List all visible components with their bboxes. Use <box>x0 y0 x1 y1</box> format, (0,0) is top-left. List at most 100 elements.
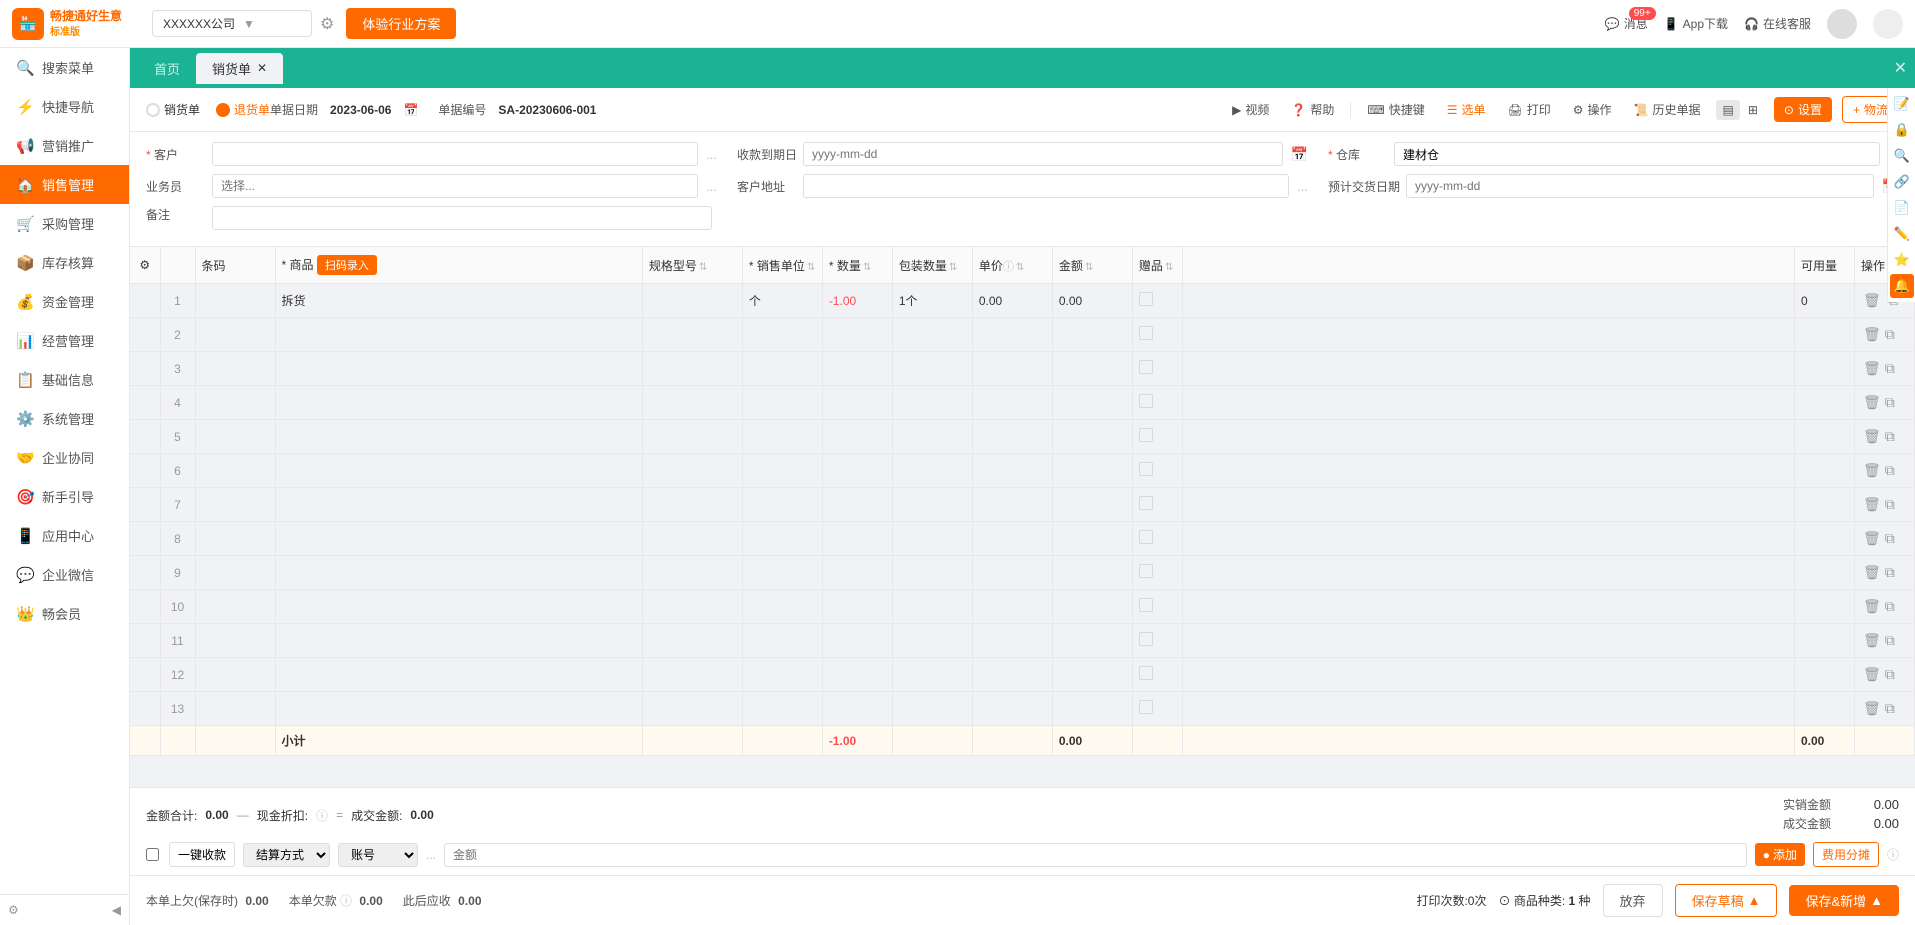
tab-sales-order[interactable]: 销货单 ✕ <box>196 53 283 84</box>
toolbar-select[interactable]: ☰ 选单 <box>1441 98 1492 121</box>
col-price-header[interactable]: 单价ⓘ⇅ <box>972 247 1052 284</box>
user-avatar[interactable] <box>1827 9 1857 39</box>
customer-addr-dots[interactable]: ... <box>1297 179 1308 194</box>
delete-btn[interactable]: 🗑 <box>1861 562 1883 583</box>
one-click-payment-btn[interactable]: 一键收款 <box>169 842 235 867</box>
app-download-button[interactable]: 📱 App下载 <box>1664 15 1728 32</box>
copy-btn[interactable]: ⧉ <box>1883 426 1897 447</box>
toolbar-print[interactable]: 🖨 打印 <box>1501 98 1556 121</box>
delete-btn[interactable]: 🗑 <box>1861 324 1883 345</box>
account-select[interactable]: 账号 <box>338 843 418 867</box>
payment-method-select[interactable]: 结算方式 <box>243 843 330 867</box>
sidebar-item-operations[interactable]: 📊 经营管理 <box>0 321 129 360</box>
sidebar-item-apps[interactable]: 📱 应用中心 <box>0 516 129 555</box>
delete-btn[interactable]: 🗑 <box>1861 392 1883 413</box>
copy-btn[interactable]: ⧉ <box>1883 528 1897 549</box>
radio-sales-order[interactable]: 销货单 <box>146 101 200 118</box>
save-new-button[interactable]: 保存&新增 ▲ <box>1789 885 1899 916</box>
row-barcode-1[interactable] <box>195 284 275 318</box>
calendar-icon[interactable]: 📅 <box>403 103 418 117</box>
scan-button[interactable]: 扫码录入 <box>317 255 377 275</box>
tab-close-icon[interactable]: ✕ <box>257 61 267 75</box>
sidebar-item-quick-nav[interactable]: ⚡ 快捷导航 <box>0 87 129 126</box>
col-unit-header[interactable]: * 销售单位⇅ <box>742 247 822 284</box>
sidebar-item-purchase[interactable]: 🛒 采购管理 <box>0 204 129 243</box>
note-input[interactable] <box>212 206 712 230</box>
copy-btn[interactable]: ⧉ <box>1883 698 1897 719</box>
customer-dots[interactable]: ... <box>706 147 717 162</box>
col-spec-header[interactable]: 规格型号⇅ <box>642 247 742 284</box>
right-panel-doc[interactable]: 📄 <box>1890 196 1914 220</box>
sidebar-item-sales[interactable]: 🏠 销售管理 <box>0 165 129 204</box>
right-panel-lock[interactable]: 🔒 <box>1890 118 1914 142</box>
toolbar-help[interactable]: ❓ 帮助 <box>1285 98 1340 121</box>
sidebar-item-basic[interactable]: 📋 基础信息 <box>0 360 129 399</box>
delete-btn[interactable]: 🗑 <box>1861 494 1883 515</box>
right-panel-note[interactable]: 📝 <box>1890 92 1914 116</box>
delete-btn[interactable]: 🗑 <box>1861 528 1883 549</box>
sidebar-item-wechat[interactable]: 💬 企业微信 <box>0 555 129 594</box>
account-dots[interactable]: ... <box>426 848 436 862</box>
salesperson-dots[interactable]: ... <box>706 179 717 194</box>
copy-btn[interactable]: ⧉ <box>1883 664 1897 685</box>
warehouse-input[interactable] <box>1394 142 1880 166</box>
col-amount-header[interactable]: 金额⇅ <box>1052 247 1132 284</box>
service-button[interactable]: 🎧 在线客服 <box>1744 15 1811 32</box>
customer-input[interactable] <box>212 142 698 166</box>
right-panel-star[interactable]: ⭐ <box>1890 248 1914 272</box>
sidebar-item-vip[interactable]: 👑 畅会员 <box>0 594 129 633</box>
experience-button[interactable]: 体验行业方案 <box>346 8 456 39</box>
company-selector[interactable]: XXXXXX公司 ▼ <box>152 10 312 37</box>
sidebar-item-marketing[interactable]: 📢 营销推广 <box>0 126 129 165</box>
salesperson-input[interactable] <box>212 174 698 198</box>
discard-button[interactable]: 放弃 <box>1603 884 1663 917</box>
right-panel-notification[interactable]: 🔔 <box>1890 274 1914 298</box>
sidebar-item-enterprise[interactable]: 🤝 企业协同 <box>0 438 129 477</box>
message-button[interactable]: 💬 消息 99+ <box>1605 15 1648 32</box>
close-all-icon[interactable]: ✕ <box>1894 58 1907 78</box>
delete-row-btn-1[interactable]: 🗑 <box>1861 290 1883 311</box>
toolbar-shortcut[interactable]: ⌨ 快捷键 <box>1361 98 1430 121</box>
row-spec-1[interactable] <box>642 284 742 318</box>
settings-side-button[interactable]: ⊙ 设置 <box>1774 97 1832 122</box>
delete-btn[interactable]: 🗑 <box>1861 698 1883 719</box>
split-btn[interactable]: 费用分摊 <box>1813 842 1879 867</box>
delete-btn[interactable]: 🗑 <box>1861 426 1883 447</box>
col-settings-header[interactable]: ⚙ <box>130 247 160 284</box>
row-remark-1[interactable] <box>1182 284 1794 318</box>
copy-btn[interactable]: ⧉ <box>1883 596 1897 617</box>
row-qty-1[interactable]: -1.00 <box>822 284 892 318</box>
settings-icon[interactable]: ⚙ <box>320 14 334 34</box>
row-amount-1[interactable]: 0.00 <box>1052 284 1132 318</box>
sidebar-item-inventory[interactable]: 📦 库存核算 <box>0 243 129 282</box>
right-panel-search[interactable]: 🔍 <box>1890 144 1914 168</box>
delete-btn[interactable]: 🗑 <box>1861 596 1883 617</box>
col-pkg-header[interactable]: 包装数量⇅ <box>892 247 972 284</box>
copy-btn[interactable]: ⧉ <box>1883 324 1897 345</box>
toolbar-operations[interactable]: ⚙ 操作 <box>1567 98 1618 121</box>
expected-date-input[interactable] <box>1406 174 1874 198</box>
row-gift-1[interactable] <box>1132 284 1182 318</box>
copy-btn[interactable]: ⧉ <box>1883 562 1897 583</box>
toolbar-history[interactable]: 📜 历史单据 <box>1628 98 1707 121</box>
delete-btn[interactable]: 🗑 <box>1861 460 1883 481</box>
copy-btn[interactable]: ⧉ <box>1883 630 1897 651</box>
copy-btn[interactable]: ⧉ <box>1883 392 1897 413</box>
col-qty-header[interactable]: * 数量⇅ <box>822 247 892 284</box>
one-click-checkbox[interactable] <box>146 848 159 861</box>
delete-btn[interactable]: 🗑 <box>1861 664 1883 685</box>
copy-btn[interactable]: ⧉ <box>1883 494 1897 515</box>
sidebar-item-search[interactable]: 🔍 搜索菜单 <box>0 48 129 87</box>
save-draft-button[interactable]: 保存草稿 ▲ <box>1675 884 1778 917</box>
sidebar-item-guide[interactable]: 🎯 新手引导 <box>0 477 129 516</box>
delete-btn[interactable]: 🗑 <box>1861 358 1883 379</box>
copy-btn[interactable]: ⧉ <box>1883 460 1897 481</box>
sidebar-settings-icon[interactable]: ⚙ <box>8 903 19 917</box>
product-types-checkbox[interactable]: ⊙ <box>1498 894 1510 908</box>
col-gift-header[interactable]: 赠品⇅ <box>1132 247 1182 284</box>
sidebar-item-finance[interactable]: 💰 资金管理 <box>0 282 129 321</box>
delete-btn[interactable]: 🗑 <box>1861 630 1883 651</box>
add-expense-btn[interactable]: ● 添加 <box>1755 843 1805 866</box>
sidebar-collapse-icon[interactable]: ◀ <box>112 903 121 917</box>
copy-btn[interactable]: ⧉ <box>1883 358 1897 379</box>
